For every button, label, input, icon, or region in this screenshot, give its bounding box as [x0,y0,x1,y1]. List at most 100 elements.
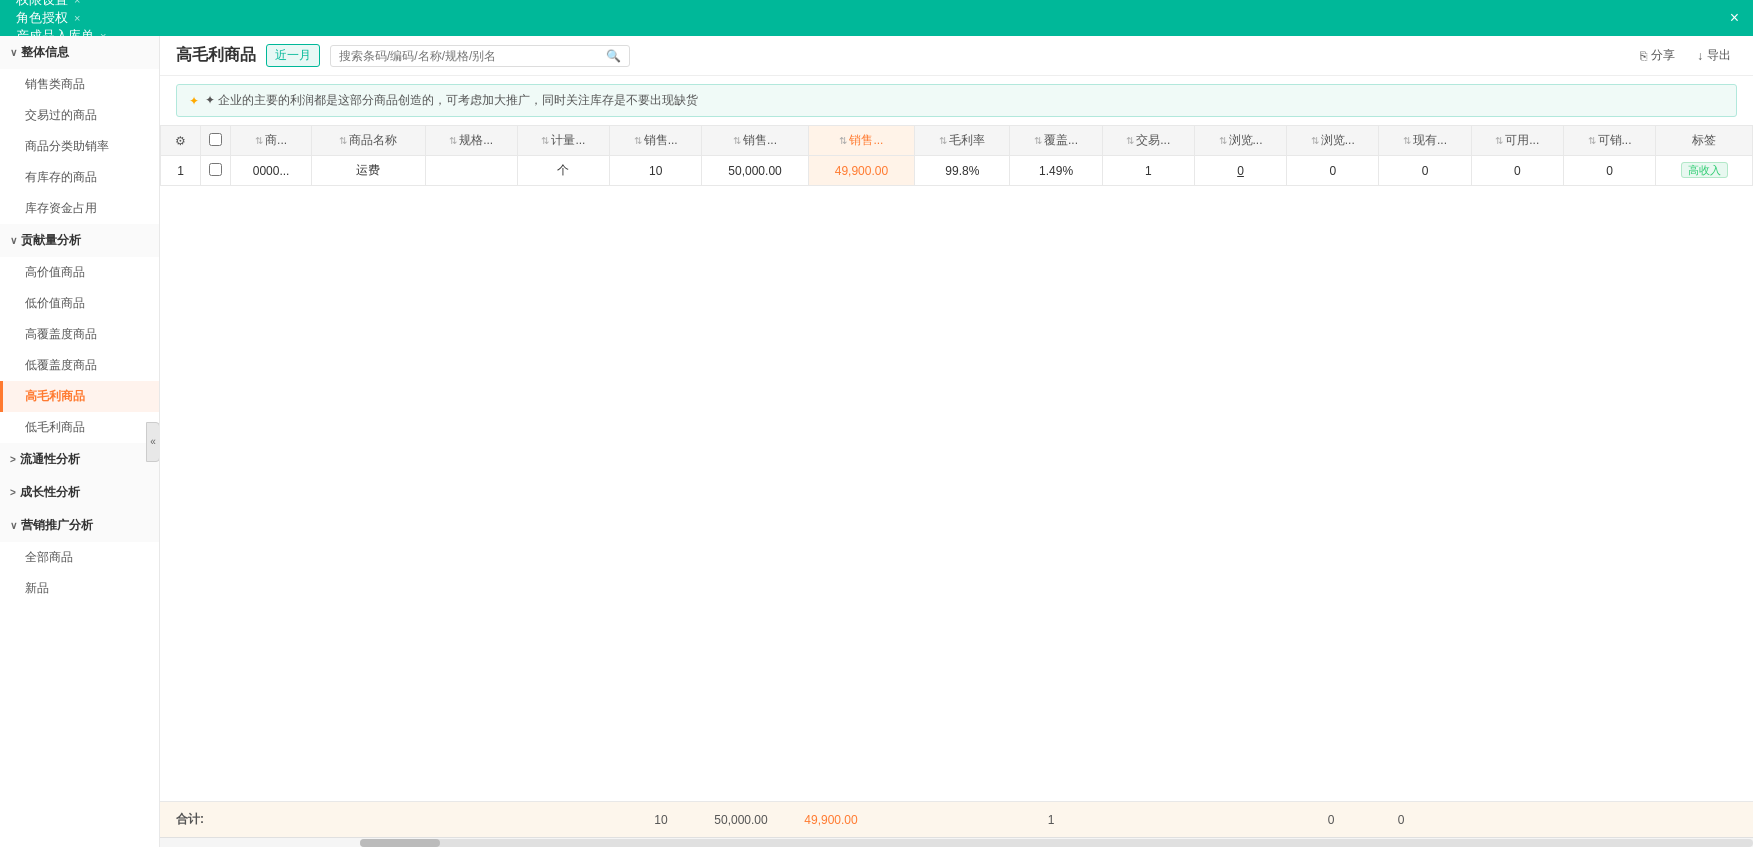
sort-icon-stock_available: ⇅ [1495,135,1503,146]
sort-icon-browse2: ⇅ [1311,135,1319,146]
horizontal-scrollbar[interactable] [160,837,1753,847]
sidebar-item-商品分类助销率[interactable]: 商品分类助销率 [0,131,159,162]
sort-icon-code: ⇅ [255,135,263,146]
cell-stock_available: 0 [1471,156,1563,186]
footer-label: 合计: [176,811,236,828]
row-checkbox[interactable] [209,163,222,176]
nav-close-icon[interactable]: × [74,12,80,24]
nav-item-权限设置[interactable]: 权限设置× [4,0,118,9]
footer-cells: 1050,000.0049,900.00100 [236,813,1737,827]
chevron-down-icon: ∨ [10,520,17,531]
cell-sales_profit: 49,900.00 [808,156,914,186]
tag-badge: 高收入 [1681,162,1728,178]
col-label-sales_profit: 销售... [849,132,883,149]
col-header-browse1[interactable]: ⇅浏览... [1194,126,1286,156]
chevron-down-icon: ∨ [10,47,17,58]
settings-icon[interactable]: ⚙ [175,134,186,148]
sort-icon-stock_sellable: ⇅ [1588,135,1596,146]
window-close-button[interactable]: × [1720,9,1749,27]
col-header-transaction[interactable]: ⇅交易... [1102,126,1194,156]
footer-cell-sales_amount: 50,000.00 [696,813,786,827]
cell-coverage: 1.49% [1010,156,1102,186]
nav-close-icon[interactable]: × [74,0,80,6]
sidebar-content: ∨ 整体信息销售类商品交易过的商品商品分类助销率有库存的商品库存资金占用∨ 贡献… [0,36,159,604]
select-all-checkbox[interactable] [209,133,222,146]
col-label-coverage: 覆盖... [1044,132,1078,149]
info-icon: ✦ [189,94,199,108]
col-header-spec[interactable]: ⇅规格... [425,126,517,156]
sidebar-group-label: 流通性分析 [20,451,80,468]
sort-icon-stock_current: ⇅ [1403,135,1411,146]
table-row: 10000...运费个1050,000.0049,900.0099.8%1.49… [161,156,1753,186]
col-header-stock_available[interactable]: ⇅可用... [1471,126,1563,156]
share-icon: ⎘ [1640,49,1647,63]
col-header-browse2[interactable]: ⇅浏览... [1287,126,1379,156]
col-header-no: ⚙ [161,126,201,156]
col-header-sales_amount[interactable]: ⇅销售... [702,126,808,156]
data-table-wrap: ⚙⇅商...⇅商品名称⇅规格...⇅计量...⇅销售...⇅销售...⇅销售..… [160,125,1753,801]
col-header-margin_rate[interactable]: ⇅毛利率 [915,126,1010,156]
col-label-name: 商品名称 [349,132,397,149]
cell-browse2: 0 [1287,156,1379,186]
content-area: 高毛利商品 近一月 🔍 ⎘ 分享 ↓ 导出 [160,36,1753,847]
col-label-spec: 规格... [459,132,493,149]
sidebar-item-低毛利商品[interactable]: 低毛利商品 [0,412,159,443]
cell-transaction: 1 [1102,156,1194,186]
sidebar-item-库存资金占用[interactable]: 库存资金占用 [0,193,159,224]
col-label-sales_qty: 销售... [644,132,678,149]
footer-cell-stock_sellable: 0 [1366,813,1436,827]
cell-browse1: 0 [1194,156,1286,186]
cell-stock_sellable: 0 [1563,156,1655,186]
sidebar-group-成长性分析[interactable]: > 成长性分析 [0,476,159,509]
footer-cell-sales_qty: 10 [626,813,696,827]
search-icon[interactable]: 🔍 [606,49,621,63]
sidebar-item-低价值商品[interactable]: 低价值商品 [0,288,159,319]
col-header-stock_sellable[interactable]: ⇅可销... [1563,126,1655,156]
col-label-stock_sellable: 可销... [1598,132,1632,149]
col-header-stock_current[interactable]: ⇅现有... [1379,126,1471,156]
share-button[interactable]: ⎘ 分享 [1634,44,1681,67]
col-header-sales_qty[interactable]: ⇅销售... [610,126,702,156]
sidebar-item-销售类商品[interactable]: 销售类商品 [0,69,159,100]
sidebar-item-高毛利商品[interactable]: 高毛利商品 [0,381,159,412]
date-filter-button[interactable]: 近一月 [266,44,320,67]
cell-stock_current: 0 [1379,156,1471,186]
sidebar-item-高价值商品[interactable]: 高价值商品 [0,257,159,288]
sort-icon-sales_amount: ⇅ [733,135,741,146]
sidebar-item-交易过的商品[interactable]: 交易过的商品 [0,100,159,131]
sidebar-group-流通性分析[interactable]: > 流通性分析 [0,443,159,476]
header-actions: ⎘ 分享 ↓ 导出 [1634,44,1737,67]
sidebar-group-整体信息[interactable]: ∨ 整体信息 [0,36,159,69]
data-table: ⚙⇅商...⇅商品名称⇅规格...⇅计量...⇅销售...⇅销售...⇅销售..… [160,125,1753,186]
col-header-name[interactable]: ⇅商品名称 [312,126,425,156]
sidebar-item-高覆盖度商品[interactable]: 高覆盖度商品 [0,319,159,350]
search-box: 🔍 [330,45,630,67]
col-header-code[interactable]: ⇅商... [231,126,312,156]
nav-item-角色授权[interactable]: 角色授权× [4,9,118,27]
cell-code: 0000... [231,156,312,186]
sidebar-item-有库存的商品[interactable]: 有库存的商品 [0,162,159,193]
sidebar-group-贡献量分析[interactable]: ∨ 贡献量分析 [0,224,159,257]
cell-spec [425,156,517,186]
col-label-code: 商... [265,132,287,149]
col-header-tag: 标签 [1656,126,1753,156]
footer-cell-stock_available: 0 [1296,813,1366,827]
sort-icon-spec: ⇅ [449,135,457,146]
sidebar-group-营销推广分析[interactable]: ∨ 营销推广分析 [0,509,159,542]
sidebar-item-全部商品[interactable]: 全部商品 [0,542,159,573]
sidebar-collapse-button[interactable]: « [146,422,160,462]
col-header-sales_profit[interactable]: ⇅销售... [808,126,914,156]
export-button[interactable]: ↓ 导出 [1691,44,1737,67]
col-header-coverage[interactable]: ⇅覆盖... [1010,126,1102,156]
cell-margin_rate: 99.8% [915,156,1010,186]
sidebar-group-label: 贡献量分析 [21,232,81,249]
col-header-unit[interactable]: ⇅计量... [517,126,609,156]
browse1-link[interactable]: 0 [1237,164,1244,178]
sidebar-item-低覆盖度商品[interactable]: 低覆盖度商品 [0,350,159,381]
chevron-down-icon: ∨ [10,235,17,246]
info-banner: ✦ ✦ 企业的主要的利润都是这部分商品创造的，可考虑加大推广，同时关注库存是不要… [176,84,1737,117]
search-input[interactable] [339,49,606,63]
sidebar-item-新品[interactable]: 新品 [0,573,159,604]
sort-icon-sales_qty: ⇅ [634,135,642,146]
cell-sales_amount: 50,000.00 [702,156,808,186]
